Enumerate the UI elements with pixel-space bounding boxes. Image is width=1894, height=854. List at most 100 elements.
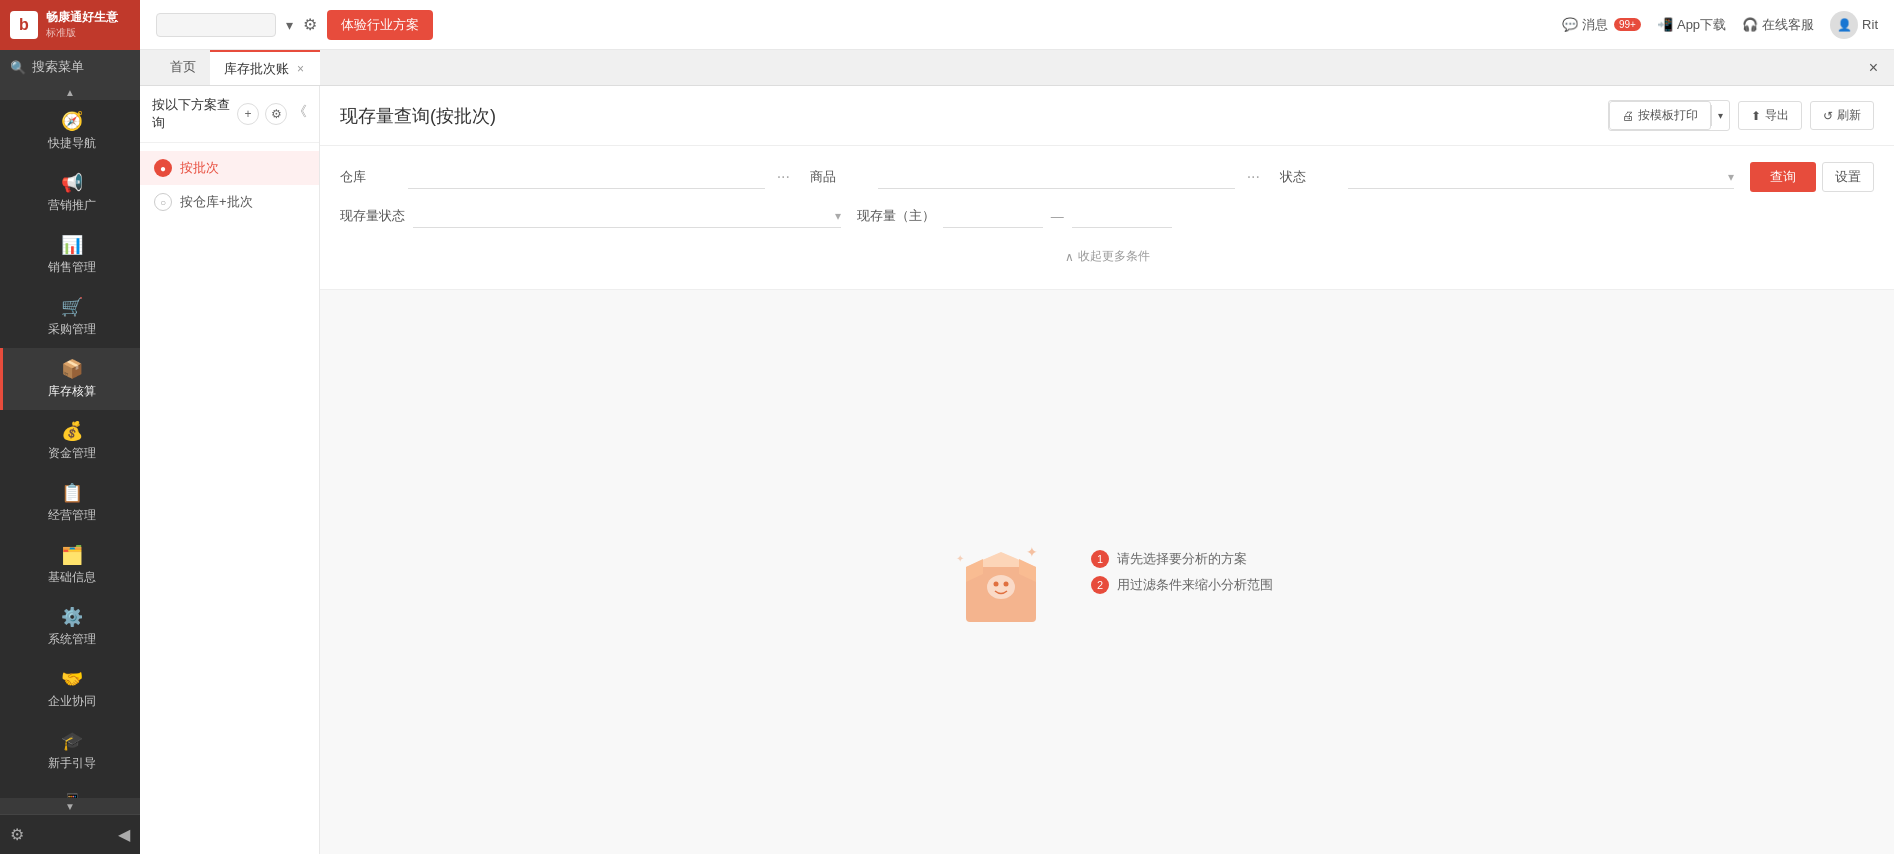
customer-service-btn[interactable]: 🎧 在线客服 — [1742, 16, 1814, 34]
marketing-label: 营销推广 — [48, 197, 96, 214]
add-scheme-btn[interactable]: + — [237, 103, 259, 125]
page-header-actions: 🖨 按模板打印 ▾ ⬆ 导出 ↺ 刷新 — [1608, 100, 1874, 131]
sidebar-item-sales[interactable]: 📊 销售管理 — [0, 224, 140, 286]
scheme-item-warehouse-batch[interactable]: ○ 按仓库+批次 — [140, 185, 319, 219]
product-input[interactable] — [878, 165, 1235, 189]
warehouse-input[interactable] — [408, 165, 765, 189]
sidebar-nav: 🧭 快捷导航 📢 营销推广 📊 销售管理 🛒 采购管理 📦 库存核算 💰 资金管… — [0, 100, 140, 798]
tabs-panel-close-btn[interactable]: × — [1869, 59, 1878, 77]
hint-1-text: 请先选择要分析的方案 — [1117, 550, 1247, 568]
sidebar-item-operations[interactable]: 📋 经营管理 — [0, 472, 140, 534]
system-label: 系统管理 — [48, 631, 96, 648]
tab-batch[interactable]: 库存批次账 × — [210, 50, 320, 85]
finance-label: 资金管理 — [48, 445, 96, 462]
export-icon: ⬆ — [1751, 109, 1761, 123]
sidebar-item-appcenter[interactable]: 📱 应用中心 — [0, 782, 140, 798]
column-settings-btn[interactable]: 设置 — [1822, 162, 1874, 192]
marketing-icon: 📢 — [61, 172, 83, 194]
sidebar-item-inventory[interactable]: 📦 库存核算 — [0, 348, 140, 410]
sidebar: b 畅康通好生意 标准版 🔍 搜索菜单 ▲ 🧭 快捷导航 📢 营销推广 📊 销售… — [0, 0, 140, 854]
warehouse-more-btn[interactable]: ··· — [773, 168, 794, 186]
svg-point-5 — [994, 582, 999, 587]
empty-illustration: ✦ ✦ — [941, 512, 1061, 632]
inventory-label: 库存核算 — [48, 383, 96, 400]
tabs-bar: 首页 库存批次账 × × — [140, 50, 1894, 86]
collapse-more-btn[interactable]: ∧ 收起更多条件 — [340, 240, 1874, 273]
svg-text:✦: ✦ — [1026, 544, 1038, 560]
operations-icon: 📋 — [61, 482, 83, 504]
filter-action-btns: 查询 设置 — [1750, 162, 1874, 192]
stock-status-select[interactable]: ▾ — [413, 205, 841, 228]
operations-label: 经营管理 — [48, 507, 96, 524]
sidebar-item-newbie[interactable]: 🎓 新手引导 — [0, 720, 140, 782]
tab-close-btn[interactable]: × — [295, 62, 306, 76]
tab-batch-label: 库存批次账 — [224, 60, 289, 78]
sidebar-item-collab[interactable]: 🤝 企业协同 — [0, 658, 140, 720]
scheme-warehouse-batch-label: 按仓库+批次 — [180, 193, 253, 211]
empty-hint-1: 1 请先选择要分析的方案 — [1091, 550, 1273, 568]
sidebar-item-purchase[interactable]: 🛒 采购管理 — [0, 286, 140, 348]
app-download-label: App下载 — [1677, 16, 1726, 34]
refresh-btn[interactable]: ↺ 刷新 — [1810, 101, 1874, 130]
topbar-settings-btn[interactable]: ⚙ — [303, 15, 317, 34]
scheme-item-batch[interactable]: ● 按批次 — [140, 151, 319, 185]
finance-icon: 💰 — [61, 420, 83, 442]
sidebar-scroll-down[interactable]: ▼ — [0, 798, 140, 814]
app-icon: 📲 — [1657, 17, 1673, 32]
experience-industry-btn[interactable]: 体验行业方案 — [327, 10, 433, 40]
stock-amount-min-input[interactable] — [943, 204, 1043, 228]
left-panel: 按以下方案查询 + ⚙ 《 ● 按批次 ○ 按 — [140, 86, 320, 854]
inventory-icon: 📦 — [61, 358, 83, 380]
sidebar-scroll-up[interactable]: ▲ — [0, 84, 140, 100]
add-icon: + — [244, 107, 251, 121]
stock-status-filter-group: 现存量状态 ▾ — [340, 205, 841, 228]
scheme-settings-btn[interactable]: ⚙ — [265, 103, 287, 125]
tab-home[interactable]: 首页 — [156, 50, 210, 85]
sidebar-footer: ⚙ ◀ — [0, 814, 140, 854]
company-name: 畅康通好生意 — [46, 10, 118, 26]
print-label: 按模板打印 — [1638, 107, 1698, 124]
settings-icon: ⚙ — [271, 107, 282, 121]
sidebar-item-basic[interactable]: 🗂️ 基础信息 — [0, 534, 140, 596]
empty-state: ✦ ✦ 1 请先选择要分析的方案 2 用过滤条件来缩小分析范围 — [320, 290, 1894, 854]
app-download-btn[interactable]: 📲 App下载 — [1657, 16, 1726, 34]
sidebar-item-quicknav[interactable]: 🧭 快捷导航 — [0, 100, 140, 162]
filter-row-1: 仓库 ··· 商品 ··· 状态 ▾ — [340, 162, 1874, 192]
message-btn[interactable]: 💬 消息 99+ — [1562, 16, 1641, 34]
search-menu-item[interactable]: 🔍 搜索菜单 — [0, 50, 140, 84]
print-btn[interactable]: 🖨 按模板打印 — [1609, 101, 1711, 130]
scheme-inactive-icon: ○ — [154, 193, 172, 211]
sales-label: 销售管理 — [48, 259, 96, 276]
collapse-panel-btn[interactable]: 《 — [293, 103, 307, 125]
export-btn[interactable]: ⬆ 导出 — [1738, 101, 1802, 130]
print-dropdown-btn[interactable]: ▾ — [1711, 105, 1729, 126]
topbar-dropdown-btn[interactable]: ▾ — [286, 17, 293, 33]
empty-hint-2: 2 用过滤条件来缩小分析范围 — [1091, 576, 1273, 594]
basic-icon: 🗂️ — [61, 544, 83, 566]
sidebar-item-system[interactable]: ⚙️ 系统管理 — [0, 596, 140, 658]
product-more-btn[interactable]: ··· — [1243, 168, 1264, 186]
stock-amount-max-input[interactable] — [1072, 204, 1172, 228]
product-filter-label: 商品 — [810, 168, 870, 186]
newbie-label: 新手引导 — [48, 755, 96, 772]
status-dropdown-icon: ▾ — [1728, 170, 1734, 184]
stock-status-label: 现存量状态 — [340, 207, 405, 225]
user-avatar-btn[interactable]: 👤 Rit — [1830, 11, 1878, 39]
query-btn[interactable]: 查询 — [1750, 162, 1816, 192]
product-filter-group: 商品 ··· — [810, 165, 1264, 189]
customer-service-label: 在线客服 — [1762, 16, 1814, 34]
print-icon: 🖨 — [1622, 109, 1634, 123]
sidebar-collapse-btn[interactable]: ◀ — [118, 825, 130, 844]
hint-2-text: 用过滤条件来缩小分析范围 — [1117, 576, 1273, 594]
status-select[interactable]: ▾ — [1348, 166, 1734, 189]
sidebar-settings-btn[interactable]: ⚙ — [10, 825, 24, 844]
stock-status-dropdown-icon: ▾ — [835, 209, 841, 223]
filter-row-2: 现存量状态 ▾ 现存量（主） — — [340, 204, 1874, 228]
service-icon: 🎧 — [1742, 17, 1758, 32]
topbar: ▾ ⚙ 体验行业方案 💬 消息 99+ 📲 App下载 🎧 在线客服 👤 Rit — [140, 0, 1894, 50]
collapse-more-icon: ∧ — [1065, 250, 1074, 264]
search-icon: 🔍 — [10, 60, 26, 75]
topbar-search-input[interactable] — [156, 13, 276, 37]
sidebar-item-finance[interactable]: 💰 资金管理 — [0, 410, 140, 472]
sidebar-item-marketing[interactable]: 📢 营销推广 — [0, 162, 140, 224]
